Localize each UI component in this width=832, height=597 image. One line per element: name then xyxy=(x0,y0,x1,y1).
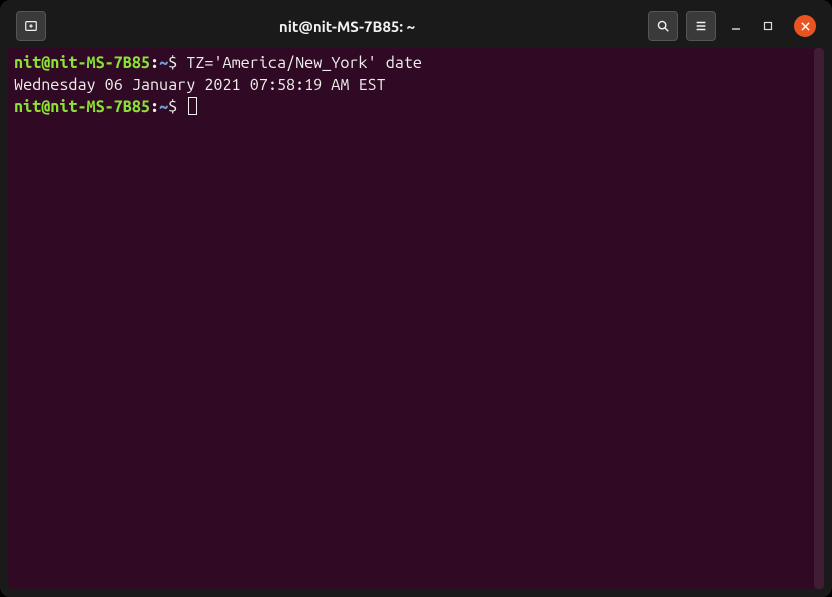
prompt-line-2: nit@nit-MS-7B85:~$ xyxy=(14,96,818,118)
prompt-user-host: nit@nit-MS-7B85 xyxy=(14,98,150,116)
terminal-viewport[interactable]: nit@nit-MS-7B85:~$ TZ='America/New_York'… xyxy=(8,48,824,589)
prompt-symbol: $ xyxy=(168,98,177,116)
prompt-path: ~ xyxy=(159,98,168,116)
scrollbar[interactable] xyxy=(814,48,824,589)
window-title: nit@nit-MS-7B85: ~ xyxy=(54,18,640,35)
minimize-button[interactable] xyxy=(724,14,748,38)
prompt-separator: : xyxy=(150,98,159,116)
command-output: Wednesday 06 January 2021 07:58:19 AM ES… xyxy=(14,74,818,96)
close-button[interactable] xyxy=(794,15,816,37)
terminal-window: nit@nit-MS-7B85: ~ xyxy=(0,0,832,597)
prompt-line-1: nit@nit-MS-7B85:~$ TZ='America/New_York'… xyxy=(14,52,818,74)
menu-button[interactable] xyxy=(686,11,716,41)
prompt-user-host: nit@nit-MS-7B85 xyxy=(14,54,150,72)
prompt-separator: : xyxy=(150,54,159,72)
prompt-symbol: $ xyxy=(168,54,177,72)
search-button[interactable] xyxy=(648,11,678,41)
maximize-button[interactable] xyxy=(756,14,780,38)
window-inner: nit@nit-MS-7B85: ~ xyxy=(4,4,828,593)
cursor xyxy=(188,97,197,115)
prompt-path: ~ xyxy=(159,54,168,72)
command-text: TZ='America/New_York' date xyxy=(186,54,422,72)
titlebar: nit@nit-MS-7B85: ~ xyxy=(4,4,828,48)
new-tab-button[interactable] xyxy=(16,11,46,41)
